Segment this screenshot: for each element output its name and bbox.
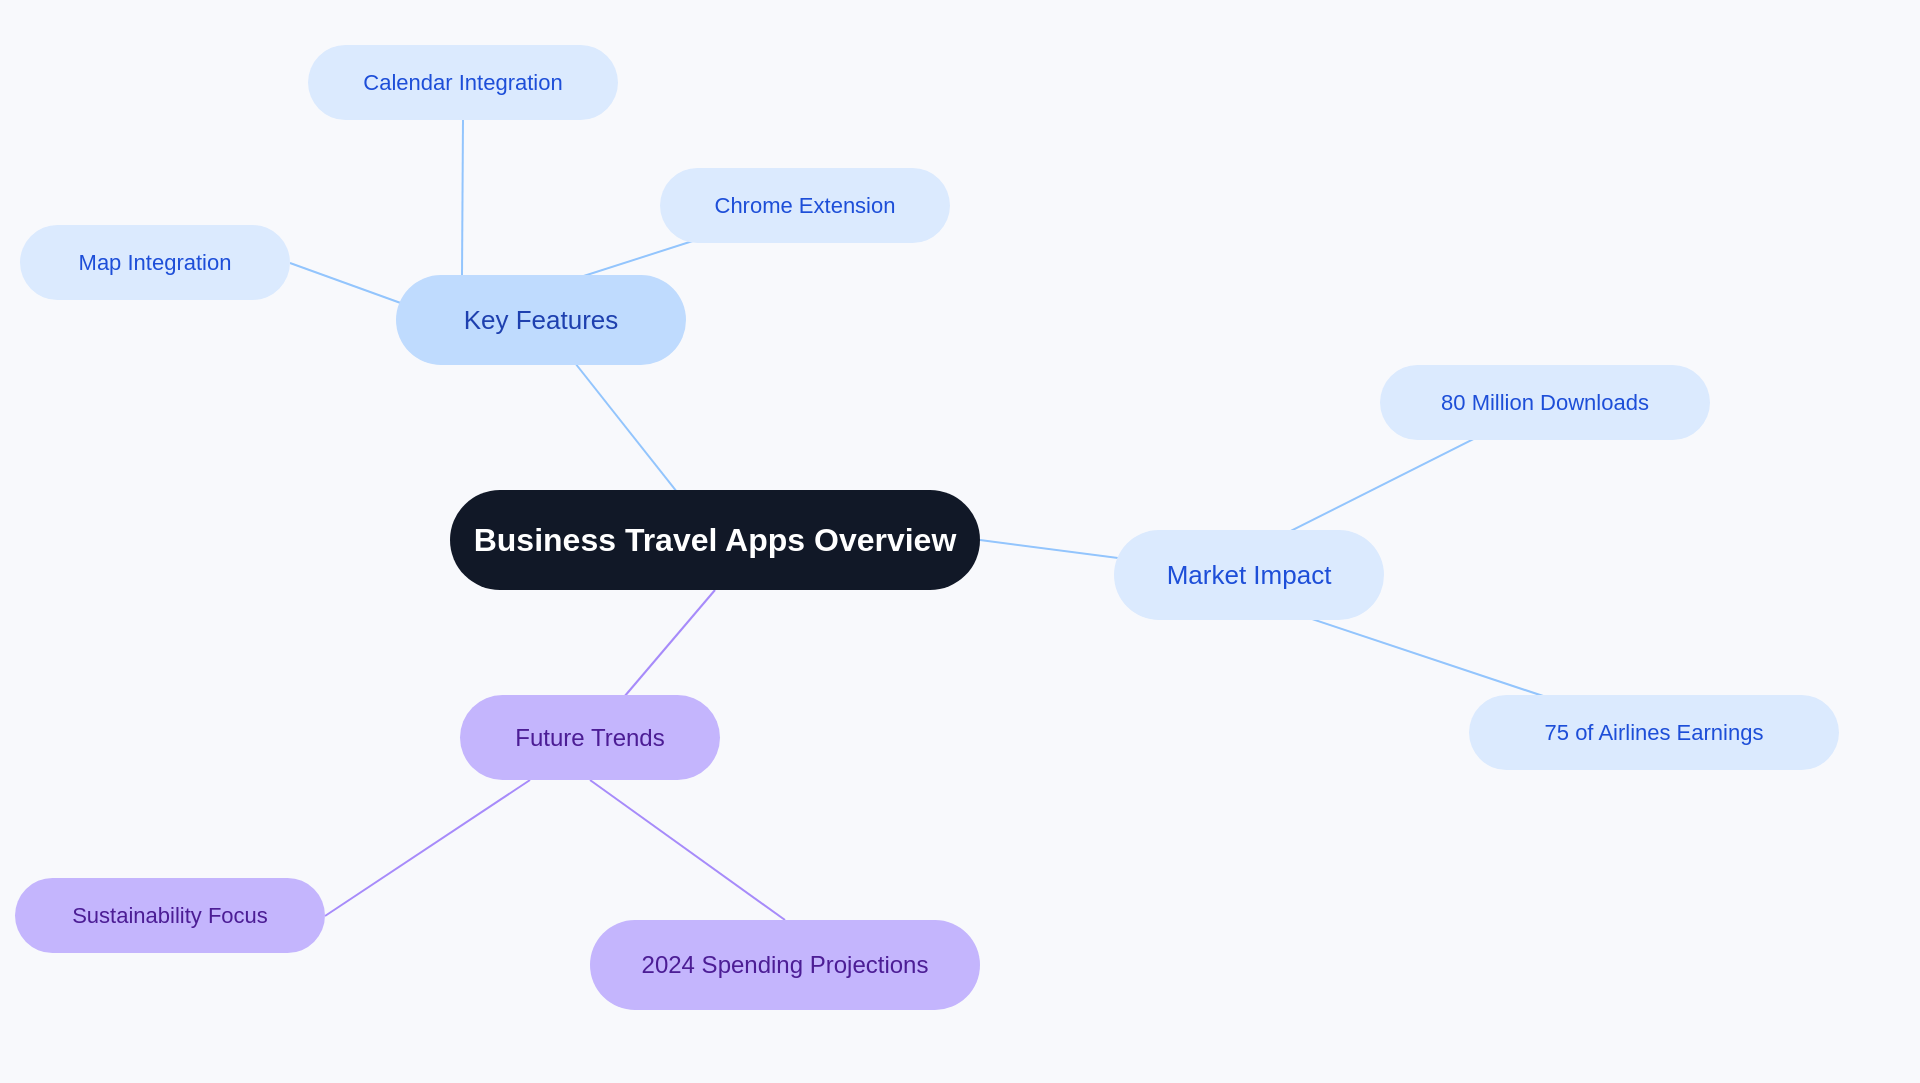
svg-line-8: [325, 780, 530, 916]
sustainability-node[interactable]: Sustainability Focus: [15, 878, 325, 953]
chrome-node[interactable]: Chrome Extension: [660, 168, 950, 243]
key-features-node[interactable]: Key Features: [396, 275, 686, 365]
airlines-node[interactable]: 75 of Airlines Earnings: [1469, 695, 1839, 770]
root-node[interactable]: Business Travel Apps Overview: [450, 490, 980, 590]
map-node[interactable]: Map Integration: [20, 225, 290, 300]
spending-node[interactable]: 2024 Spending Projections: [590, 920, 980, 1010]
future-trends-node[interactable]: Future Trends: [460, 695, 720, 780]
svg-line-1: [462, 120, 463, 275]
svg-line-9: [590, 780, 785, 920]
downloads-node[interactable]: 80 Million Downloads: [1380, 365, 1710, 440]
calendar-node[interactable]: Calendar Integration: [308, 45, 618, 120]
market-impact-node[interactable]: Market Impact: [1114, 530, 1384, 620]
